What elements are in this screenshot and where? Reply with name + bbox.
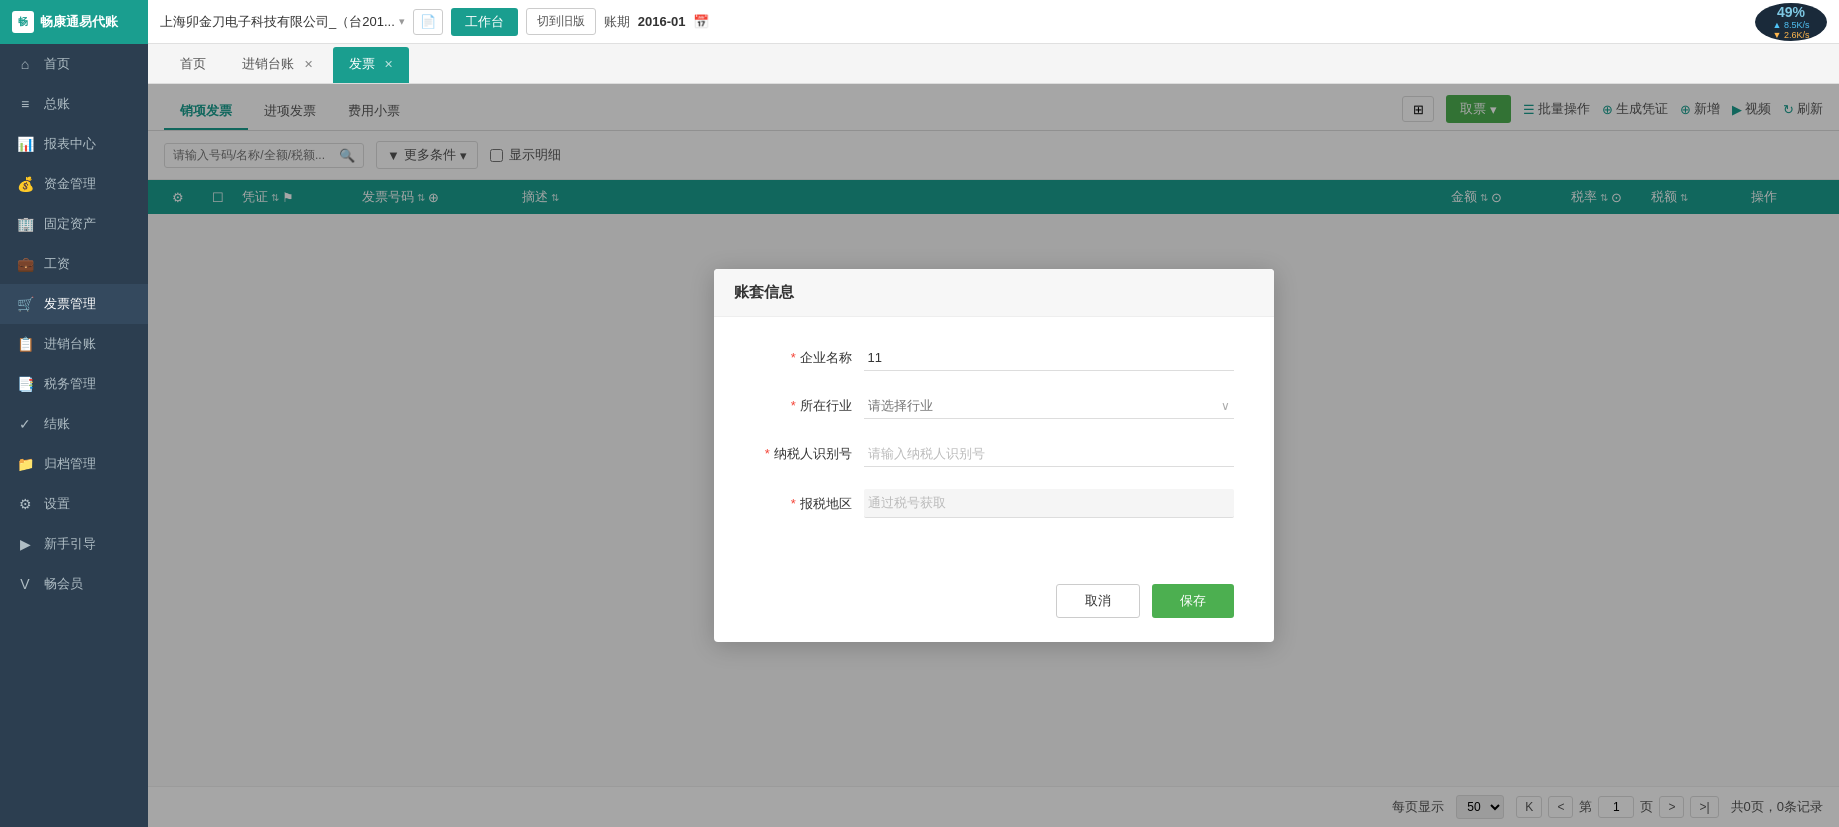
archive-icon: 📁 bbox=[16, 456, 34, 472]
sidebar-item-invoice[interactable]: 🛒 发票管理 bbox=[0, 284, 148, 324]
sidebar-item-finance[interactable]: 💰 资金管理 bbox=[0, 164, 148, 204]
industry-input[interactable] bbox=[868, 398, 1221, 413]
assets-icon: 🏢 bbox=[16, 216, 34, 232]
sidebar-item-tax[interactable]: 📑 税务管理 bbox=[0, 364, 148, 404]
finance-icon: 💰 bbox=[16, 176, 34, 192]
nav-tabs: 首页 进销台账 ✕ 发票 ✕ bbox=[148, 44, 1839, 84]
speed-percent: 49% bbox=[1777, 4, 1805, 20]
invoice-icon: 🛒 bbox=[16, 296, 34, 312]
tab-invoice-close-icon[interactable]: ✕ bbox=[384, 58, 393, 70]
modal-overlay: 账套信息 * 企业名称 * 所在行业 bbox=[148, 84, 1839, 827]
company-selector[interactable]: 上海卯金刀电子科技有限公司_（台201... ▾ bbox=[160, 13, 405, 31]
sidebar-item-label: 固定资产 bbox=[44, 215, 96, 233]
industry-row: * 所在行业 ∨ bbox=[754, 393, 1234, 419]
sidebar-item-label: 结账 bbox=[44, 415, 70, 433]
content-area: 销项发票 进项发票 费用小票 ⊞ 取票 ▾ ☰ 批量操作 bbox=[148, 84, 1839, 827]
industry-select[interactable]: ∨ bbox=[864, 393, 1234, 419]
speed-up: ▲ 8.5K/s bbox=[1773, 20, 1810, 30]
sidebar-item-ledger[interactable]: ≡ 总账 bbox=[0, 84, 148, 124]
tax-region-label: * 报税地区 bbox=[754, 495, 864, 513]
company-chevron-icon: ▾ bbox=[399, 15, 405, 28]
home-icon: ⌂ bbox=[16, 56, 34, 72]
tax-id-input[interactable] bbox=[864, 441, 1234, 467]
doc-icon-button[interactable]: 📄 bbox=[413, 9, 443, 35]
tax-region-row: * 报税地区 通过税号获取 bbox=[754, 489, 1234, 518]
workbench-button[interactable]: 工作台 bbox=[451, 8, 518, 36]
company-name-row: * 企业名称 bbox=[754, 345, 1234, 371]
chevron-down-icon: ∨ bbox=[1221, 399, 1230, 413]
speed-down: ▼ 2.6K/s bbox=[1773, 30, 1810, 40]
guide-icon: ▶ bbox=[16, 536, 34, 552]
sidebar-item-sales[interactable]: 📋 进销台账 bbox=[0, 324, 148, 364]
sidebar-item-archive[interactable]: 📁 归档管理 bbox=[0, 444, 148, 484]
topbar-right: 49% ▲ 8.5K/s ▼ 2.6K/s bbox=[1755, 3, 1827, 41]
company-name: 上海卯金刀电子科技有限公司_（台201... bbox=[160, 13, 395, 31]
sidebar-item-home[interactable]: ⌂ 首页 bbox=[0, 44, 148, 84]
sidebar-item-close[interactable]: ✓ 结账 bbox=[0, 404, 148, 444]
sidebar-item-label: 设置 bbox=[44, 495, 70, 513]
sidebar-item-member[interactable]: V 畅会员 bbox=[0, 564, 148, 604]
period-label: 账期 bbox=[604, 13, 630, 31]
ledger-icon: ≡ bbox=[16, 96, 34, 112]
sidebar-item-label: 资金管理 bbox=[44, 175, 96, 193]
tax-id-label: * 纳税人识别号 bbox=[754, 445, 864, 463]
sidebar-item-label: 新手引导 bbox=[44, 535, 96, 553]
dialog-footer: 取消 保存 bbox=[714, 568, 1274, 642]
dialog-body: * 企业名称 * 所在行业 ∨ bbox=[714, 317, 1274, 568]
dialog-title: 账套信息 bbox=[714, 269, 1274, 317]
member-icon: V bbox=[16, 576, 34, 592]
main-area: 上海卯金刀电子科技有限公司_（台201... ▾ 📄 工作台 切到旧版 账期 2… bbox=[148, 0, 1839, 827]
period-value: 2016-01 bbox=[638, 14, 686, 29]
old-version-button[interactable]: 切到旧版 bbox=[526, 8, 596, 35]
reports-icon: 📊 bbox=[16, 136, 34, 152]
save-button[interactable]: 保存 bbox=[1152, 584, 1234, 618]
payroll-icon: 💼 bbox=[16, 256, 34, 272]
tab-invoice[interactable]: 发票 ✕ bbox=[333, 47, 410, 83]
app-title: 畅康通易代账 bbox=[40, 13, 118, 31]
sidebar-item-label: 进销台账 bbox=[44, 335, 96, 353]
sales-icon: 📋 bbox=[16, 336, 34, 352]
sidebar-item-label: 发票管理 bbox=[44, 295, 96, 313]
sidebar-item-label: 首页 bbox=[44, 55, 70, 73]
sidebar-item-assets[interactable]: 🏢 固定资产 bbox=[0, 204, 148, 244]
settings-icon: ⚙ bbox=[16, 496, 34, 512]
sidebar-item-guide[interactable]: ▶ 新手引导 bbox=[0, 524, 148, 564]
sidebar-item-settings[interactable]: ⚙ 设置 bbox=[0, 484, 148, 524]
app-logo: 畅 畅康通易代账 bbox=[0, 0, 148, 44]
close-icon: ✓ bbox=[16, 416, 34, 432]
tab-sales[interactable]: 进销台账 ✕ bbox=[226, 47, 329, 83]
account-info-dialog: 账套信息 * 企业名称 * 所在行业 bbox=[714, 269, 1274, 642]
cancel-button[interactable]: 取消 bbox=[1056, 584, 1140, 618]
sidebar-item-label: 报表中心 bbox=[44, 135, 96, 153]
sidebar: 畅 畅康通易代账 ⌂ 首页 ≡ 总账 📊 报表中心 💰 资金管理 🏢 固定资产 … bbox=[0, 0, 148, 827]
sidebar-item-label: 工资 bbox=[44, 255, 70, 273]
logo-icon: 畅 bbox=[12, 11, 34, 33]
tab-home[interactable]: 首页 bbox=[164, 47, 222, 83]
sidebar-item-payroll[interactable]: 💼 工资 bbox=[0, 244, 148, 284]
sidebar-item-label: 税务管理 bbox=[44, 375, 96, 393]
sidebar-item-label: 归档管理 bbox=[44, 455, 96, 473]
tax-region-display: 通过税号获取 bbox=[864, 489, 1234, 518]
sidebar-item-reports[interactable]: 📊 报表中心 bbox=[0, 124, 148, 164]
sidebar-item-label: 总账 bbox=[44, 95, 70, 113]
company-name-input[interactable] bbox=[864, 345, 1234, 371]
industry-label: * 所在行业 bbox=[754, 397, 864, 415]
speed-badge: 49% ▲ 8.5K/s ▼ 2.6K/s bbox=[1755, 3, 1827, 41]
company-name-label: * 企业名称 bbox=[754, 349, 864, 367]
tax-id-row: * 纳税人识别号 bbox=[754, 441, 1234, 467]
calendar-icon[interactable]: 📅 bbox=[693, 14, 709, 29]
sidebar-item-label: 畅会员 bbox=[44, 575, 83, 593]
tab-sales-close-icon[interactable]: ✕ bbox=[304, 58, 313, 70]
topbar: 上海卯金刀电子科技有限公司_（台201... ▾ 📄 工作台 切到旧版 账期 2… bbox=[148, 0, 1839, 44]
tax-icon: 📑 bbox=[16, 376, 34, 392]
